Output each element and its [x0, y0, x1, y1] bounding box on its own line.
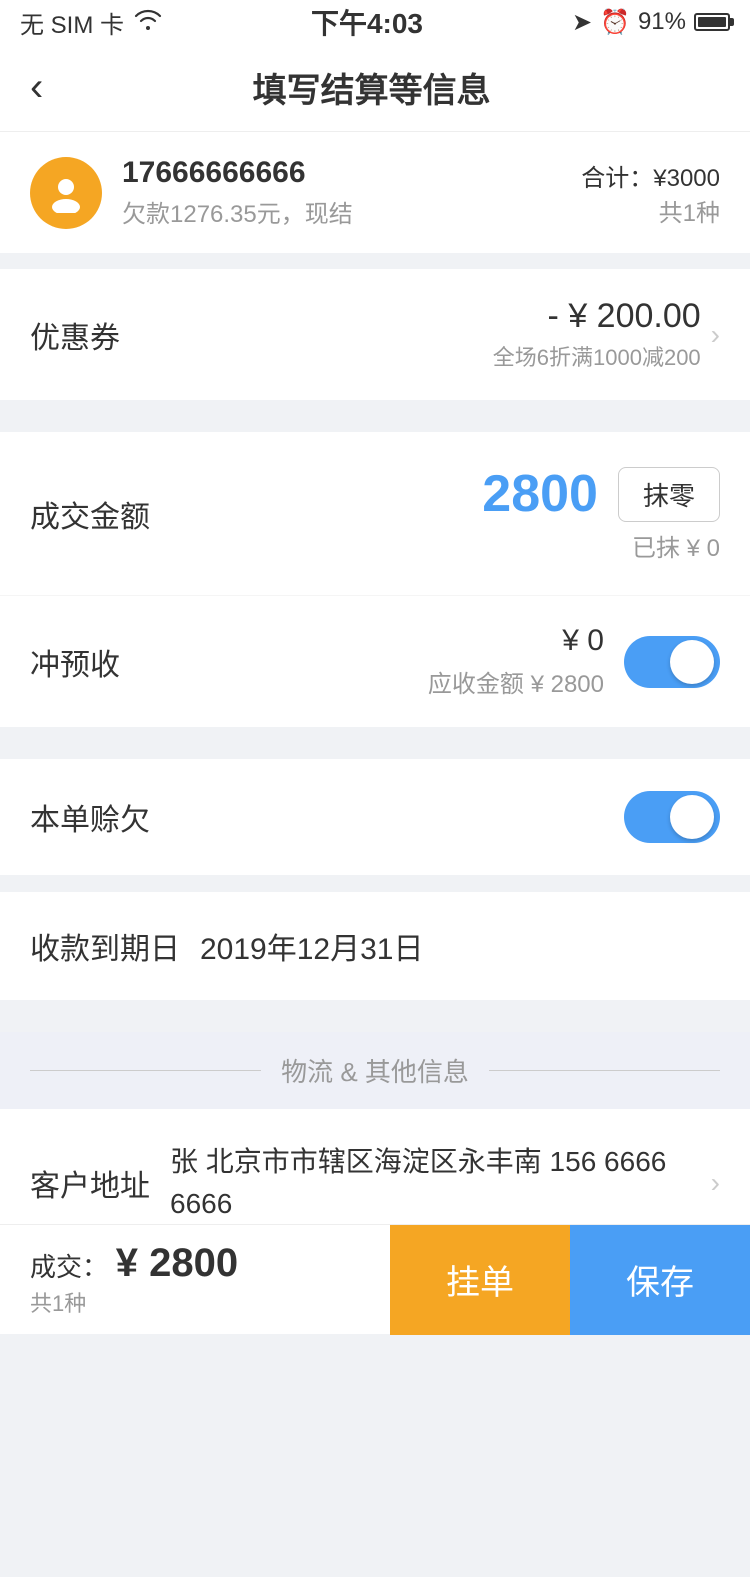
- total-label: 合计：¥3000: [581, 158, 720, 193]
- advance-right: ¥ 0 应收金额 ¥ 2800: [428, 624, 604, 699]
- deal-label: 成交金额: [30, 492, 150, 536]
- due-date-row: 收款到期日 2019年12月31日: [0, 892, 750, 1000]
- coupon-row[interactable]: 优惠券 - ¥ 200.00 全场6折满1000减200 ›: [0, 269, 750, 400]
- bottom-summary: 成交： ¥ 2800 共1种: [0, 1241, 390, 1318]
- round-button[interactable]: 抹零: [618, 467, 720, 522]
- customer-phone: 17666666666: [122, 156, 353, 190]
- address-text: 张 北京市市辖区海淀区永丰南 156 6666 6666: [170, 1141, 691, 1225]
- divider-1: [0, 416, 750, 432]
- bottom-deal-row: 成交： ¥ 2800: [30, 1241, 360, 1286]
- advance-toggle[interactable]: [624, 636, 720, 688]
- logistics-label: 物流 & 其他信息: [281, 1052, 469, 1089]
- nav-bar: ‹ 填写结算等信息: [0, 44, 750, 132]
- status-bar: 无 SIM 卡 下午4:03 ➤ ⏰ 91%: [0, 0, 750, 44]
- deal-value-block: 2800 抹零: [482, 464, 720, 524]
- divider-3: [0, 1016, 750, 1032]
- deal-amount: 2800: [482, 464, 598, 524]
- advance-row: 冲预收 ¥ 0 应收金额 ¥ 2800: [0, 596, 750, 727]
- avatar: [30, 157, 102, 229]
- hold-button[interactable]: 挂单: [390, 1225, 570, 1335]
- alarm-icon: ⏰: [600, 8, 630, 37]
- coupon-description: 全场6折满1000减200: [493, 340, 701, 372]
- customer-right: 合计：¥3000 共1种: [581, 158, 720, 228]
- battery-percent: 91%: [638, 8, 686, 36]
- bottom-deal-label: 成交：: [30, 1252, 108, 1282]
- credit-row: 本单赊欠: [0, 759, 750, 875]
- address-label: 客户地址: [30, 1161, 150, 1205]
- advance-label: 冲预收: [30, 640, 120, 684]
- customer-card: 17666666666 欠款1276.35元，现结 合计：¥3000 共1种: [0, 132, 750, 253]
- toggle-circle: [670, 640, 714, 684]
- coupon-discount: - ¥ 200.00: [493, 297, 701, 336]
- credit-section: 本单赊欠: [0, 759, 750, 875]
- coupon-right: - ¥ 200.00 全场6折满1000减200: [493, 297, 701, 372]
- logistics-header: 物流 & 其他信息: [0, 1032, 750, 1109]
- credit-toggle[interactable]: [624, 791, 720, 843]
- total-count: 共1种: [581, 193, 720, 228]
- header-line-right: [489, 1070, 720, 1071]
- save-button[interactable]: 保存: [570, 1225, 750, 1335]
- status-time: 下午4:03: [311, 2, 423, 42]
- due-date-section: 收款到期日 2019年12月31日: [0, 891, 750, 1000]
- customer-left: 17666666666 欠款1276.35元，现结: [30, 156, 353, 229]
- coupon-arrow-icon: ›: [711, 319, 720, 351]
- address-arrow-icon: ›: [711, 1167, 720, 1199]
- deal-amount-row: 成交金额 2800 抹零 已抹 ¥ 0: [0, 432, 750, 596]
- back-button[interactable]: ‹: [30, 65, 43, 110]
- sim-label: 无 SIM 卡: [20, 5, 124, 40]
- customer-info: 17666666666 欠款1276.35元，现结: [122, 156, 353, 229]
- advance-amount: ¥ 0: [562, 624, 604, 658]
- page-title: 填写结算等信息: [63, 63, 680, 112]
- battery-icon: [694, 13, 730, 31]
- due-date-value: 2019年12月31日: [200, 924, 423, 968]
- due-date-label: 收款到期日: [30, 924, 180, 968]
- content-area: 17666666666 欠款1276.35元，现结 合计：¥3000 共1种 优…: [0, 132, 750, 1577]
- credit-label: 本单赊欠: [30, 795, 150, 839]
- wifi-icon: [134, 8, 162, 37]
- location-icon: ➤: [572, 8, 592, 37]
- customer-sub-info: 欠款1276.35元，现结: [122, 194, 353, 229]
- deal-sub: 已抹 ¥ 0: [632, 528, 720, 563]
- deal-section: 成交金额 2800 抹零 已抹 ¥ 0 冲预收 ¥ 0 应收金额 ¥ 2800: [0, 432, 750, 727]
- status-left: 无 SIM 卡: [20, 5, 162, 40]
- bottom-count: 共1种: [30, 1286, 360, 1318]
- divider-2: [0, 743, 750, 759]
- advance-sub: 应收金额 ¥ 2800: [428, 664, 604, 699]
- coupon-label: 优惠券: [30, 313, 120, 357]
- bottom-amount: ¥ 2800: [116, 1241, 238, 1285]
- header-line-left: [30, 1070, 261, 1071]
- toggle-circle-credit: [670, 795, 714, 839]
- total-amount: ¥3000: [653, 165, 720, 192]
- status-right: ➤ ⏰ 91%: [572, 8, 730, 37]
- bottom-bar: 成交： ¥ 2800 共1种 挂单 保存: [0, 1224, 750, 1334]
